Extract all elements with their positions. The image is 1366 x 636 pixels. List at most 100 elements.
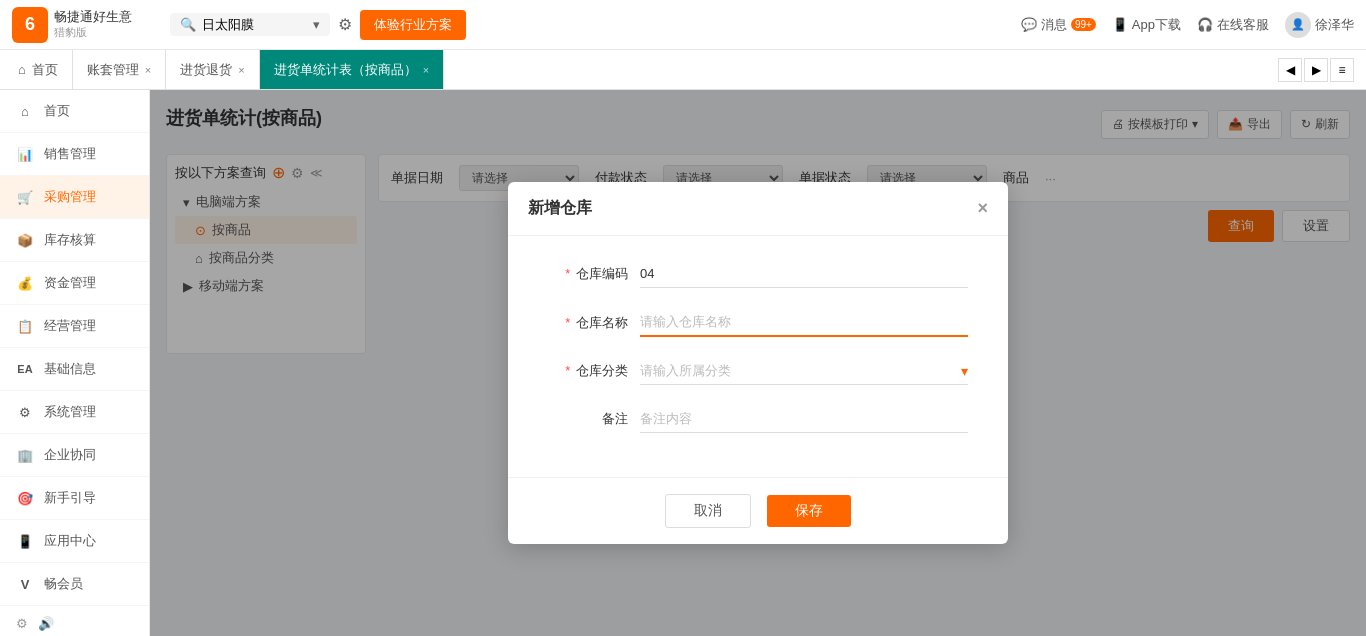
sidebar-item-sales[interactable]: 📊 销售管理	[0, 133, 149, 176]
tab-controls: ◀ ▶ ≡	[1270, 58, 1362, 82]
tab-home[interactable]: ⌂ 首页	[4, 50, 73, 89]
sidebar-item-operation[interactable]: 📋 经营管理	[0, 305, 149, 348]
search-input[interactable]	[202, 17, 307, 32]
code-label: * 仓库编码	[548, 265, 628, 283]
sidebar-item-home[interactable]: ⌂ 首页	[0, 90, 149, 133]
user-name: 徐泽华	[1315, 16, 1354, 34]
form-row-code: * 仓库编码	[548, 260, 968, 288]
tab-purchase-stats-close[interactable]: ×	[423, 64, 429, 76]
code-input[interactable]	[640, 260, 968, 288]
category-select[interactable]: 请输入所属分类	[640, 357, 961, 384]
sidebar-item-finance[interactable]: 💰 资金管理	[0, 262, 149, 305]
system-icon: ⚙	[16, 403, 34, 421]
modal-header: 新增仓库 ×	[508, 182, 1008, 236]
tab-purchase-return[interactable]: 进货退货 ×	[166, 50, 259, 89]
content-area: 进货单统计(按商品) 🖨 按模板打印 ▾ 📤 导出 ↻ 刷新	[150, 90, 1366, 636]
logo-title: 畅捷通好生意	[54, 9, 132, 26]
sidebar-guide-label: 新手引导	[44, 489, 96, 507]
guide-icon: 🎯	[16, 489, 34, 507]
home-sidebar-icon: ⌂	[16, 102, 34, 120]
sidebar-item-member[interactable]: V 畅会员	[0, 563, 149, 606]
operation-icon: 📋	[16, 317, 34, 335]
main-layout: ⌂ 首页 📊 销售管理 🛒 采购管理 📦 库存核算 💰 资金管理 📋 经营管理 …	[0, 90, 1366, 636]
gear-icon[interactable]: ⚙	[338, 15, 352, 34]
service-label: 在线客服	[1217, 16, 1269, 34]
form-row-note: 备注	[548, 405, 968, 433]
message-label: 消息	[1041, 16, 1067, 34]
message-icon: 💬	[1021, 17, 1037, 32]
note-label: 备注	[548, 410, 628, 428]
tab-account-close[interactable]: ×	[145, 64, 151, 76]
sidebar-item-basic[interactable]: EA 基础信息	[0, 348, 149, 391]
sidebar-finance-label: 资金管理	[44, 274, 96, 292]
app-icon: 📱	[1112, 17, 1128, 32]
app-download-btn[interactable]: 📱 App下载	[1112, 16, 1181, 34]
sidebar-sales-label: 销售管理	[44, 145, 96, 163]
form-row-name: * 仓库名称	[548, 308, 968, 337]
tab-account-label: 账套管理	[87, 61, 139, 79]
tab-prev-btn[interactable]: ◀	[1278, 58, 1302, 82]
avatar: 👤	[1285, 12, 1311, 38]
sidebar-item-system[interactable]: ⚙ 系统管理	[0, 391, 149, 434]
tab-purchase-return-label: 进货退货	[180, 61, 232, 79]
sidebar-bottom: ⚙ 🔊	[0, 606, 149, 636]
modal-title: 新增仓库	[528, 198, 592, 219]
cancel-button[interactable]: 取消	[665, 494, 751, 528]
service-btn[interactable]: 🎧 在线客服	[1197, 16, 1269, 34]
save-button[interactable]: 保存	[767, 495, 851, 527]
header-right: 💬 消息 99+ 📱 App下载 🎧 在线客服 👤 徐泽华	[1021, 12, 1354, 38]
tab-next-btn[interactable]: ▶	[1304, 58, 1328, 82]
logo-area: 6 畅捷通好生意 猎豹版	[12, 7, 162, 43]
new-warehouse-modal: 新增仓库 × * 仓库编码 *	[508, 182, 1008, 544]
modal-body: * 仓库编码 * 仓库名称	[508, 236, 1008, 477]
sidebar-member-label: 畅会员	[44, 575, 83, 593]
modal-overlay: 新增仓库 × * 仓库编码 *	[150, 90, 1366, 636]
sidebar-home-label: 首页	[44, 102, 70, 120]
experience-btn[interactable]: 体验行业方案	[360, 10, 466, 40]
tab-account[interactable]: 账套管理 ×	[73, 50, 166, 89]
sidebar-item-enterprise[interactable]: 🏢 企业协同	[0, 434, 149, 477]
sales-icon: 📊	[16, 145, 34, 163]
tab-purchase-stats[interactable]: 进货单统计表（按商品） ×	[260, 50, 444, 89]
tab-purchase-stats-label: 进货单统计表（按商品）	[274, 61, 417, 79]
note-input[interactable]	[640, 405, 968, 433]
sidebar-system-label: 系统管理	[44, 403, 96, 421]
tab-menu-btn[interactable]: ≡	[1330, 58, 1354, 82]
message-badge: 99+	[1071, 18, 1096, 31]
settings-bottom-icon[interactable]: ⚙	[16, 616, 28, 631]
tab-purchase-return-close[interactable]: ×	[238, 64, 244, 76]
app-label: App下载	[1132, 16, 1181, 34]
modal-footer: 取消 保存	[508, 477, 1008, 544]
sidebar-item-app[interactable]: 📱 应用中心	[0, 520, 149, 563]
app-sidebar-icon: 📱	[16, 532, 34, 550]
finance-icon: 💰	[16, 274, 34, 292]
message-btn[interactable]: 💬 消息 99+	[1021, 16, 1096, 34]
sidebar: ⌂ 首页 📊 销售管理 🛒 采购管理 📦 库存核算 💰 资金管理 📋 经营管理 …	[0, 90, 150, 636]
user-menu[interactable]: 👤 徐泽华	[1285, 12, 1354, 38]
form-row-category: * 仓库分类 请输入所属分类 ▾	[548, 357, 968, 385]
sidebar-purchase-label: 采购管理	[44, 188, 96, 206]
category-dropdown-icon: ▾	[961, 363, 968, 379]
top-header: 6 畅捷通好生意 猎豹版 🔍 ▾ ⚙ 体验行业方案 💬 消息 99+ 📱 App…	[0, 0, 1366, 50]
name-input[interactable]	[640, 308, 968, 337]
purchase-icon: 🛒	[16, 188, 34, 206]
logo-subtitle: 猎豹版	[54, 25, 132, 40]
sidebar-inventory-label: 库存核算	[44, 231, 96, 249]
sidebar-enterprise-label: 企业协同	[44, 446, 96, 464]
category-select-wrapper: 请输入所属分类 ▾	[640, 357, 968, 385]
sidebar-item-guide[interactable]: 🎯 新手引导	[0, 477, 149, 520]
search-icon: 🔍	[180, 17, 196, 32]
modal-close-btn[interactable]: ×	[977, 198, 988, 219]
home-icon: ⌂	[18, 62, 26, 77]
logo-icon: 6	[12, 7, 48, 43]
header-search-box[interactable]: 🔍 ▾	[170, 13, 330, 36]
sidebar-item-purchase[interactable]: 🛒 采购管理	[0, 176, 149, 219]
tab-bar: ⌂ 首页 账套管理 × 进货退货 × 进货单统计表（按商品） × ◀ ▶ ≡	[0, 50, 1366, 90]
sidebar-basic-label: 基础信息	[44, 360, 96, 378]
search-dropdown-icon[interactable]: ▾	[313, 17, 320, 32]
sidebar-item-inventory[interactable]: 📦 库存核算	[0, 219, 149, 262]
headset-icon: 🎧	[1197, 17, 1213, 32]
volume-icon[interactable]: 🔊	[38, 616, 54, 631]
name-label: * 仓库名称	[548, 314, 628, 332]
enterprise-icon: 🏢	[16, 446, 34, 464]
